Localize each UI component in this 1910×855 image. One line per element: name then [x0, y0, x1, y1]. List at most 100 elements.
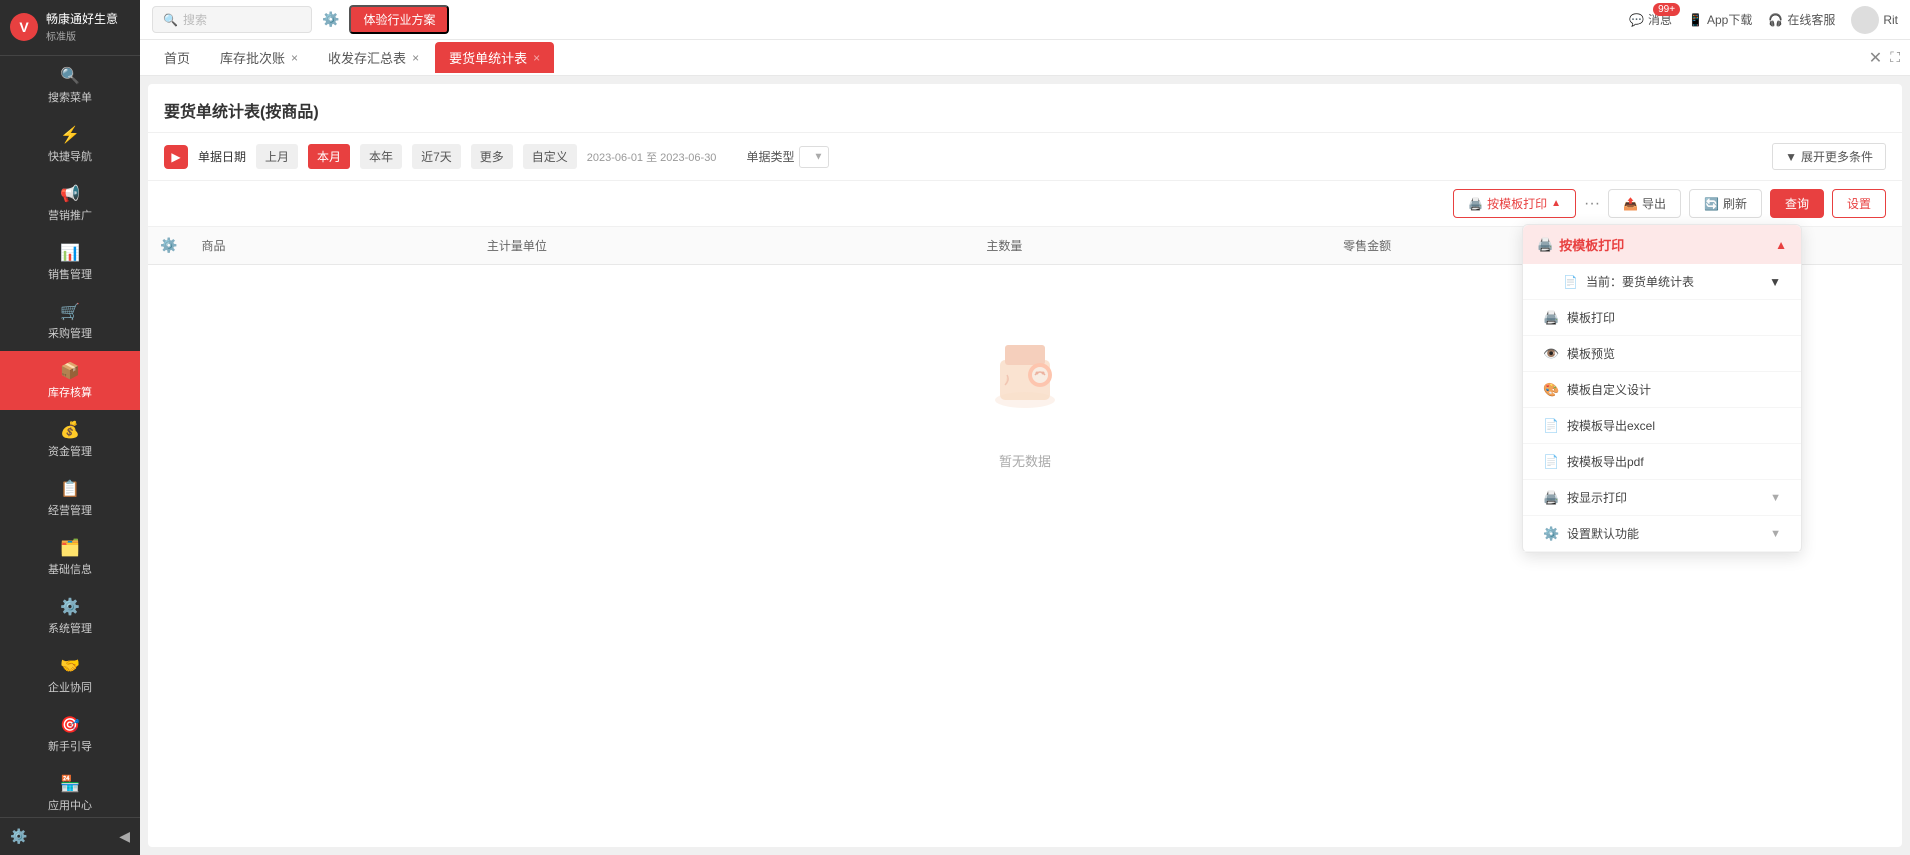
date-btn-7days[interactable]: 近7天 [412, 144, 461, 169]
trial-button[interactable]: 体验行业方案 [349, 5, 449, 34]
apps-icon: 🏪 [60, 774, 80, 794]
tab-bar-expand-icon[interactable]: ⛶ [1890, 49, 1900, 66]
sidebar-item-basic[interactable]: 🗂️ 基础信息 [0, 528, 140, 587]
sidebar-item-guide[interactable]: 🎯 新手引导 [0, 705, 140, 764]
date-btn-last-month[interactable]: 上月 [256, 144, 298, 169]
display-print-label: 按显示打印 [1567, 489, 1627, 506]
refresh-icon: 🔄 [1704, 197, 1719, 211]
tab-order-stats-label: 要货单统计表 [449, 48, 527, 67]
dropdown-collapse-icon[interactable]: ▲ [1775, 238, 1787, 252]
dropdown-item-export-excel[interactable]: 📄 按模板导出excel [1523, 408, 1801, 444]
query-btn[interactable]: 查询 [1770, 189, 1824, 218]
collapse-icon[interactable]: ◀ [119, 828, 130, 845]
template-custom-label: 模板自定义设计 [1567, 381, 1651, 398]
app-download-label: App下载 [1707, 11, 1752, 28]
tab-bar-close-icon[interactable]: ✕ [1869, 48, 1882, 68]
system-icon: ⚙️ [60, 597, 80, 617]
sidebar-item-label: 应用中心 [48, 797, 92, 813]
sidebar-item-operation[interactable]: 📋 经营管理 [0, 469, 140, 528]
template-preview-label: 模板预览 [1567, 345, 1615, 362]
current-label: 当前：要货单统计表 [1586, 273, 1694, 290]
tab-inventory-batch-close[interactable]: × [291, 51, 298, 65]
sidebar-item-enterprise[interactable]: 🤝 企业协同 [0, 646, 140, 705]
tab-order-stats[interactable]: 要货单统计表 × [435, 42, 554, 73]
sidebar-item-inventory[interactable]: 📦 库存核算 [0, 351, 140, 410]
date-btn-more[interactable]: 更多 [471, 144, 513, 169]
sidebar-item-quicknav[interactable]: ⚡ 快捷导航 [0, 115, 140, 174]
print-icon: 🖨️ [1468, 197, 1483, 211]
export-icon: 📤 [1623, 197, 1638, 211]
date-btn-this-year[interactable]: 本年 [360, 144, 402, 169]
inventory-icon: 📦 [60, 361, 80, 381]
export-pdf-icon: 📄 [1543, 454, 1559, 470]
dropdown-item-template-preview[interactable]: 👁️ 模板预览 [1523, 336, 1801, 372]
settings-btn[interactable]: 设置 [1832, 189, 1886, 218]
user-avatar-btn[interactable]: Rit [1851, 6, 1898, 34]
topbar-gear-icon[interactable]: ⚙️ [322, 11, 339, 28]
sidebar-item-search[interactable]: 🔍 搜索菜单 [0, 56, 140, 115]
tab-receipt-summary-close[interactable]: × [412, 51, 419, 65]
query-label: 查询 [1785, 195, 1809, 212]
empty-illustration [975, 325, 1075, 425]
col-unit: 主计量单位 [475, 227, 974, 265]
sidebar-item-label: 销售管理 [48, 266, 92, 282]
guide-icon: 🎯 [60, 715, 80, 735]
messages-btn[interactable]: 💬 消息 99+ [1629, 11, 1672, 28]
dropdown-display-print[interactable]: 🖨️ 按显示打印 ▼ [1523, 480, 1801, 516]
tab-home-label: 首页 [164, 48, 190, 67]
finance-icon: 💰 [60, 420, 80, 440]
user-name: Rit [1883, 13, 1898, 27]
chevron-down-icon: ▼ [1785, 150, 1797, 164]
export-excel-label: 按模板导出excel [1567, 417, 1655, 434]
sidebar-item-sales[interactable]: 📊 销售管理 [0, 233, 140, 292]
table-settings-icon[interactable]: ⚙️ [160, 237, 177, 253]
purchase-icon: 🛒 [60, 302, 80, 322]
printer-icon: 🖨️ [1537, 237, 1553, 253]
dropdown-current[interactable]: 📄 当前：要货单统计表 ▼ [1523, 264, 1801, 300]
toolbar: 🖨️ 按模板打印 ▲ ··· 📤 导出 🔄 刷新 查询 设置 [148, 181, 1902, 227]
dropdown-item-export-pdf[interactable]: 📄 按模板导出pdf [1523, 444, 1801, 480]
export-label: 导出 [1642, 195, 1666, 212]
sidebar-item-purchase[interactable]: 🛒 采购管理 [0, 292, 140, 351]
dropdown-item-template-custom[interactable]: 🎨 模板自定义设计 [1523, 372, 1801, 408]
tab-receipt-summary[interactable]: 收发存汇总表 × [314, 42, 433, 73]
more-actions-icon[interactable]: ··· [1584, 195, 1600, 213]
export-excel-icon: 📄 [1543, 418, 1559, 434]
print-btn[interactable]: 🖨️ 按模板打印 ▲ [1453, 189, 1576, 218]
dropdown-item-template-print[interactable]: 🖨️ 模板打印 [1523, 300, 1801, 336]
dropdown-default-func[interactable]: ⚙️ 设置默认功能 ▼ [1523, 516, 1801, 552]
date-btn-custom[interactable]: 自定义 [523, 144, 577, 169]
display-print-chevron: ▼ [1770, 492, 1781, 504]
default-func-chevron: ▼ [1770, 528, 1781, 540]
tab-home[interactable]: 首页 [150, 42, 204, 73]
sidebar-item-system[interactable]: ⚙️ 系统管理 [0, 587, 140, 646]
topbar-search[interactable]: 🔍 搜索 [152, 6, 312, 33]
dropdown-title: 🖨️ 按模板打印 [1537, 235, 1624, 254]
sidebar-item-label: 系统管理 [48, 620, 92, 636]
date-label: 单据日期 [198, 148, 246, 165]
filter-expand-btn[interactable]: ▶ [164, 145, 188, 169]
sidebar-item-apps[interactable]: 🏪 应用中心 [0, 764, 140, 817]
sidebar-item-finance[interactable]: 💰 资金管理 [0, 410, 140, 469]
tab-order-stats-close[interactable]: × [533, 51, 540, 65]
date-btn-this-month[interactable]: 本月 [308, 144, 350, 169]
sidebar-item-label: 经营管理 [48, 502, 92, 518]
expand-more-btn[interactable]: ▼ 展开更多条件 [1772, 143, 1886, 170]
export-btn[interactable]: 📤 导出 [1608, 189, 1681, 218]
settings-icon[interactable]: ⚙️ [10, 828, 27, 845]
app-download-btn[interactable]: 📱 App下载 [1688, 11, 1752, 28]
type-select[interactable] [799, 146, 829, 168]
sidebar-item-label: 基础信息 [48, 561, 92, 577]
search-nav-icon: 🔍 [60, 66, 80, 86]
col-product: 商品 [189, 227, 474, 265]
page-header: 要货单统计表(按商品) [148, 84, 1902, 133]
online-service-btn[interactable]: 🎧 在线客服 [1768, 11, 1835, 28]
sidebar-item-marketing[interactable]: 📢 营销推广 [0, 174, 140, 233]
col-quantity: 主数量 [974, 227, 1331, 265]
tab-inventory-batch[interactable]: 库存批次账 × [206, 42, 312, 73]
topbar-right: 💬 消息 99+ 📱 App下载 🎧 在线客服 Rit [1629, 6, 1898, 34]
print-chevron-icon: ▲ [1551, 198, 1561, 209]
messages-badge: 99+ [1653, 3, 1680, 16]
refresh-btn[interactable]: 🔄 刷新 [1689, 189, 1762, 218]
basic-icon: 🗂️ [60, 538, 80, 558]
